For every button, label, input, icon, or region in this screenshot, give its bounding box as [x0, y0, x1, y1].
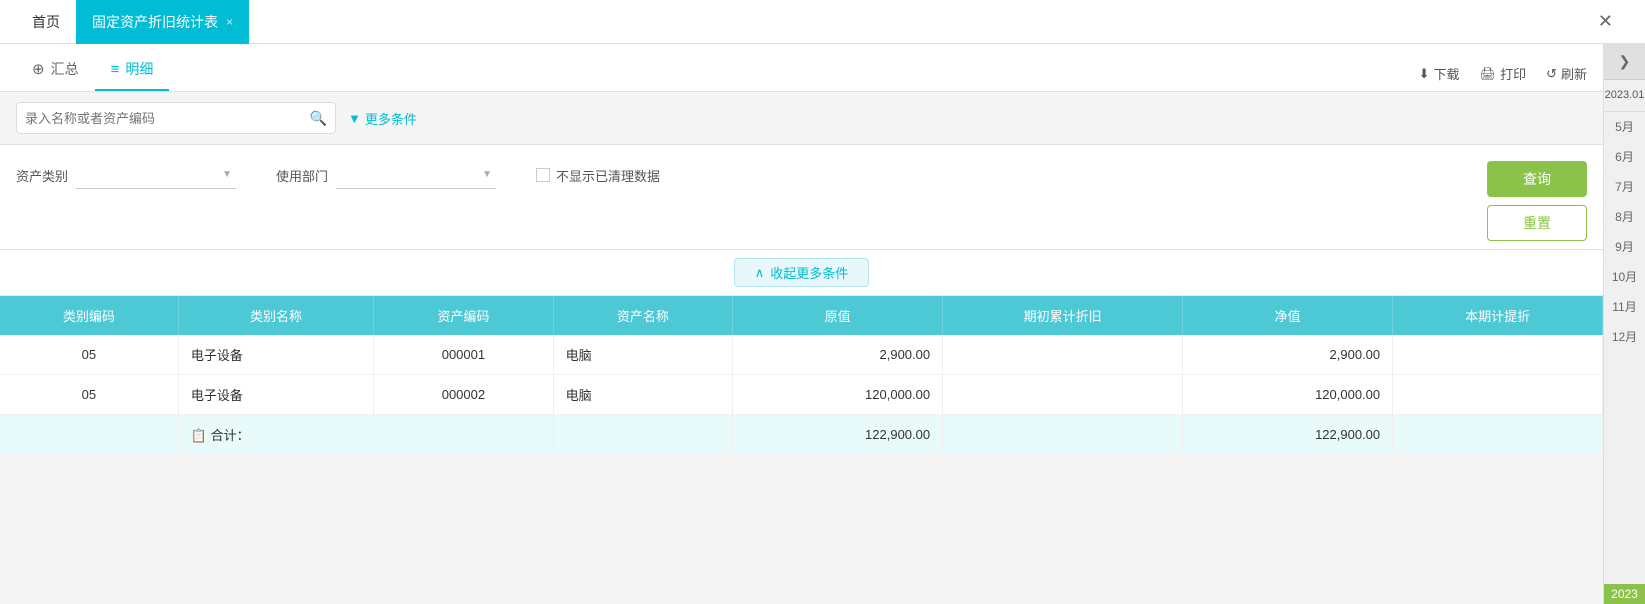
search-input[interactable] — [25, 111, 304, 126]
refresh-icon: ↺ — [1546, 66, 1557, 82]
refresh-button[interactable]: ↺ 刷新 — [1546, 64, 1587, 83]
cell-asset-name: 电脑 — [553, 335, 733, 375]
table-row: 05 电子设备 000001 电脑 2,900.00 2,900.00 — [0, 335, 1603, 375]
no-cleared-checkbox[interactable] — [536, 168, 550, 182]
no-cleared-label: 不显示已清理数据 — [556, 166, 660, 185]
tab-close-icon[interactable]: × — [226, 15, 233, 29]
collapse-up-icon: ∧ — [755, 265, 765, 281]
total-original: 122,900.00 — [733, 415, 943, 455]
department-select[interactable]: ▼ — [336, 161, 496, 189]
asset-type-select[interactable]: ▼ — [76, 161, 236, 189]
col-header-name: 类别名称 — [178, 296, 373, 335]
collapse-button[interactable]: ∧ 收起更多条件 — [734, 258, 870, 287]
total-accumulated — [943, 415, 1183, 455]
download-icon: ⬇ — [1419, 66, 1430, 82]
total-current — [1393, 415, 1603, 455]
sidebar-month-8[interactable]: 8月 — [1604, 202, 1645, 232]
col-header-accumulated: 期初累计折旧 — [943, 296, 1183, 335]
cell-name: 电子设备 — [178, 335, 373, 375]
active-tab[interactable]: 固定资产折旧统计表 × — [76, 0, 249, 44]
search-icon: 🔍 — [310, 110, 327, 127]
cell-name: 电子设备 — [178, 375, 373, 415]
cell-accumulated — [943, 375, 1183, 415]
detail-icon: ≡ — [111, 61, 120, 78]
department-arrow-icon: ▼ — [482, 169, 492, 180]
download-button[interactable]: ⬇ 下载 — [1419, 64, 1460, 83]
sidebar-month-11[interactable]: 11月 — [1604, 292, 1645, 322]
cell-asset-name: 电脑 — [553, 375, 733, 415]
department-label: 使用部门 — [276, 166, 328, 185]
cell-accumulated — [943, 335, 1183, 375]
cell-net: 120,000.00 — [1183, 375, 1393, 415]
sidebar-month-12[interactable]: 12月 — [1604, 322, 1645, 352]
total-label-2: 📋 合计： — [178, 415, 373, 455]
right-sidebar: ❯ 2023.01 5月 6月 7月 8月 9月 10月 11月 12月 202… — [1603, 44, 1645, 604]
sidebar-month-7[interactable]: 7月 — [1604, 172, 1645, 202]
cell-asset-code: 000002 — [374, 375, 554, 415]
cell-code: 05 — [0, 375, 178, 415]
cell-current — [1393, 335, 1603, 375]
total-net: 122,900.00 — [1183, 415, 1393, 455]
col-header-net: 净值 — [1183, 296, 1393, 335]
total-empty-2 — [553, 415, 733, 455]
summary-icon: ⊕ — [32, 60, 45, 78]
table-wrap: 类别编码 类别名称 资产编码 资产名称 原值 期初累计折旧 净值 本期计提折 0… — [0, 296, 1603, 604]
filter-more-button[interactable]: ▼ 更多条件 — [348, 109, 417, 128]
search-input-wrap: 🔍 — [16, 102, 336, 134]
tab-label: 固定资产折旧统计表 — [92, 12, 218, 32]
sidebar-date-label: 2023.01 — [1604, 80, 1645, 112]
sidebar-arrow-button[interactable]: ❯ — [1604, 44, 1645, 80]
query-button[interactable]: 查询 — [1487, 161, 1587, 197]
sidebar-month-10[interactable]: 10月 — [1604, 262, 1645, 292]
sidebar-month-5[interactable]: 5月 — [1604, 112, 1645, 142]
col-header-asset-code: 资产编码 — [374, 296, 554, 335]
cell-original: 2,900.00 — [733, 335, 943, 375]
no-cleared-filter: 不显示已清理数据 — [536, 166, 660, 185]
department-filter: 使用部门 ▼ — [276, 161, 496, 189]
cell-code: 05 — [0, 335, 178, 375]
reset-button[interactable]: 重置 — [1487, 205, 1587, 241]
col-header-current: 本期计提折 — [1393, 296, 1603, 335]
asset-type-filter: 资产类别 ▼ — [16, 161, 236, 189]
cell-current — [1393, 375, 1603, 415]
col-header-original: 原值 — [733, 296, 943, 335]
cell-original: 120,000.00 — [733, 375, 943, 415]
sidebar-year-badge: 2023 — [1604, 584, 1645, 604]
sidebar-month-9[interactable]: 9月 — [1604, 232, 1645, 262]
asset-type-arrow-icon: ▼ — [222, 169, 232, 180]
total-row: 📋 合计： 122,900.00 122,900.00 — [0, 415, 1603, 455]
tab-detail[interactable]: ≡ 明细 — [95, 59, 170, 91]
sidebar-month-6[interactable]: 6月 — [1604, 142, 1645, 172]
print-icon: 🖨 — [1480, 66, 1497, 82]
col-header-code: 类别编码 — [0, 296, 178, 335]
total-label — [0, 415, 178, 455]
total-empty-1 — [374, 415, 554, 455]
home-nav-item[interactable]: 首页 — [16, 0, 76, 44]
col-header-asset-name: 资产名称 — [553, 296, 733, 335]
table-row: 05 电子设备 000002 电脑 120,000.00 120,000.00 — [0, 375, 1603, 415]
cell-net: 2,900.00 — [1183, 335, 1393, 375]
cell-asset-code: 000001 — [374, 335, 554, 375]
asset-type-label: 资产类别 — [16, 166, 68, 185]
window-close-button[interactable]: ✕ — [1582, 11, 1629, 32]
tab-summary[interactable]: ⊕ 汇总 — [16, 59, 95, 91]
print-button[interactable]: 🖨 打印 — [1480, 64, 1527, 83]
filter-icon: ▼ — [348, 111, 361, 126]
